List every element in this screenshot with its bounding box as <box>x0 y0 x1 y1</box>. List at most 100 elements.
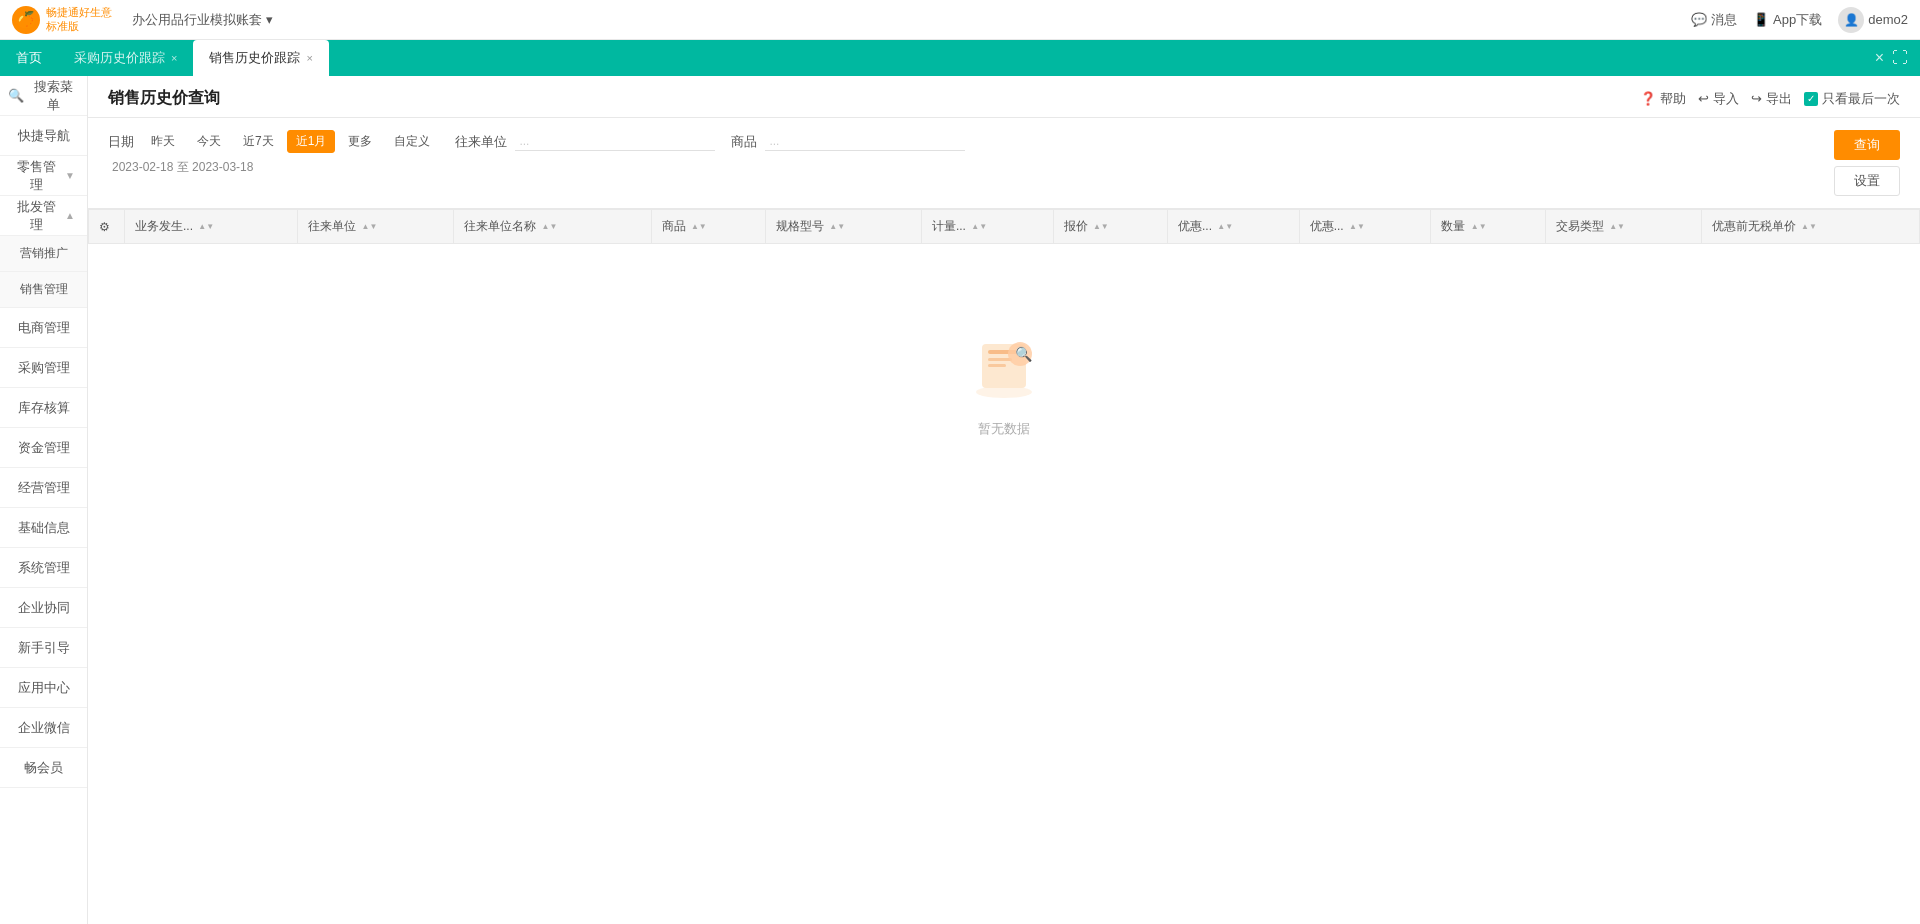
sort-icons: ▲▼ <box>1217 222 1233 231</box>
data-table: ⚙ 业务发生... ▲▼ 往来单位 ▲▼ 往来单位名称 ▲▼ <box>88 209 1920 244</box>
table-col-discount2[interactable]: 优惠... ▲▼ <box>1299 210 1431 244</box>
tabbar-end: × ⛶ <box>1875 49 1920 67</box>
date-btn-1month[interactable]: 近1月 <box>287 130 336 153</box>
chevron-up-icon: ▲ <box>65 210 75 221</box>
product-filter-group: 商品 ... <box>731 132 965 151</box>
logo-icon: 🍊 <box>12 6 40 34</box>
sort-icons: ▲▼ <box>1349 222 1365 231</box>
sidebar-item-quick-nav[interactable]: 快捷导航 <box>0 116 87 156</box>
user-menu[interactable]: 👤 demo2 <box>1838 7 1908 33</box>
svg-rect-4 <box>988 364 1006 367</box>
logo: 🍊 畅捷通好生意 标准版 <box>12 6 112 34</box>
sort-icons: ▲▼ <box>691 222 707 231</box>
table-col-discount1[interactable]: 优惠... ▲▼ <box>1168 210 1300 244</box>
table-col-pre-tax-price[interactable]: 优惠前无税单价 ▲▼ <box>1701 210 1919 244</box>
tab-purchase-history[interactable]: 采购历史价跟踪 × <box>58 40 193 76</box>
help-icon: ❓ <box>1640 91 1656 106</box>
partner-filter-group: 往来单位 ... <box>455 132 715 151</box>
settings-button[interactable]: 设置 <box>1834 166 1900 196</box>
sort-icons: ▲▼ <box>198 222 214 231</box>
date-btn-more[interactable]: 更多 <box>339 130 381 153</box>
sidebar-item-search-menu[interactable]: 🔍 搜索菜单 <box>0 76 87 116</box>
message-icon: 💬 <box>1691 12 1707 27</box>
filter-row-1: 日期 昨天 今天 近7天 近1月 更多 自定义 往来单位 <box>108 130 1822 153</box>
sidebar-item-member[interactable]: 畅会员 <box>0 748 87 788</box>
table-col-settings[interactable]: ⚙ <box>89 210 125 244</box>
sidebar-item-capital-mgmt[interactable]: 资金管理 <box>0 428 87 468</box>
sidebar-item-enterprise-coop[interactable]: 企业协同 <box>0 588 87 628</box>
sort-icons: ▲▼ <box>829 222 845 231</box>
date-btn-custom[interactable]: 自定义 <box>385 130 439 153</box>
table-col-quote[interactable]: 报价 ▲▼ <box>1053 210 1167 244</box>
table-col-partner-code[interactable]: 往来单位 ▲▼ <box>298 210 454 244</box>
page-title: 销售历史价查询 <box>108 88 220 109</box>
empty-state: 🔍 暂无数据 <box>88 244 1920 518</box>
partner-input[interactable]: ... <box>515 132 715 151</box>
sort-icons: ▲▼ <box>1801 222 1817 231</box>
sidebar-item-new-guide[interactable]: 新手引导 <box>0 628 87 668</box>
topbar-center: 办公用品行业模拟账套 ▾ <box>112 11 1691 29</box>
avatar: 👤 <box>1838 7 1864 33</box>
product-input[interactable]: ... <box>765 132 965 151</box>
filter-area: 日期 昨天 今天 近7天 近1月 更多 自定义 往来单位 <box>88 118 1920 209</box>
sort-icons: ▲▼ <box>971 222 987 231</box>
sidebar-item-sys-settings[interactable]: 系统管理 <box>0 548 87 588</box>
sidebar-item-retail-mgmt[interactable]: 零售管理 ▼ <box>0 156 87 196</box>
table-col-biz-date[interactable]: 业务发生... ▲▼ <box>125 210 298 244</box>
app-download-button[interactable]: 📱 App下载 <box>1753 11 1822 29</box>
account-dropdown[interactable]: 办公用品行业模拟账套 ▾ <box>132 11 273 29</box>
settings-icon: ⚙ <box>99 220 110 234</box>
table-col-trade-type[interactable]: 交易类型 ▲▼ <box>1545 210 1701 244</box>
sidebar-item-wholesale-mgmt[interactable]: 批发管理 ▲ <box>0 196 87 236</box>
sidebar-item-sales-mgmt[interactable]: 销售管理 <box>0 272 87 308</box>
sidebar-item-app-center[interactable]: 应用中心 <box>0 668 87 708</box>
table-col-product[interactable]: 商品 ▲▼ <box>651 210 765 244</box>
sidebar-item-enterprise-wechat[interactable]: 企业微信 <box>0 708 87 748</box>
date-btn-7days[interactable]: 近7天 <box>234 130 283 153</box>
page-actions: ❓ 帮助 ↩ 导入 ↪ 导出 ✓ 只看最后一次 <box>1640 90 1900 108</box>
empty-text: 暂无数据 <box>978 420 1030 438</box>
expand-button[interactable]: ⛶ <box>1892 49 1908 67</box>
export-button[interactable]: ↪ 导出 <box>1751 90 1792 108</box>
date-btn-yesterday[interactable]: 昨天 <box>142 130 184 153</box>
table-col-unit[interactable]: 计量... ▲▼ <box>921 210 1053 244</box>
tab-sales-history-close[interactable]: × <box>306 52 312 64</box>
date-buttons: 昨天 今天 近7天 近1月 更多 自定义 <box>142 130 439 153</box>
search-icon: 🔍 <box>8 88 24 103</box>
sidebar-item-basic-info[interactable]: 基础信息 <box>0 508 87 548</box>
sort-icons: ▲▼ <box>362 222 378 231</box>
close-all-tabs-button[interactable]: × <box>1875 49 1884 67</box>
logo-text: 畅捷通好生意 标准版 <box>46 6 112 32</box>
tab-home[interactable]: 首页 <box>0 40 58 76</box>
tab-sales-history[interactable]: 销售历史价跟踪 × <box>193 40 328 76</box>
only-last-checkbox[interactable]: ✓ 只看最后一次 <box>1804 90 1900 108</box>
sort-icons: ▲▼ <box>541 222 557 231</box>
date-range-display: 2023-02-18 至 2023-03-18 <box>112 159 253 176</box>
tabbar: 首页 采购历史价跟踪 × 销售历史价跟踪 × × ⛶ <box>0 40 1920 76</box>
sidebar-item-marketing[interactable]: 营销推广 <box>0 236 87 272</box>
import-button[interactable]: ↩ 导入 <box>1698 90 1739 108</box>
table-col-spec[interactable]: 规格型号 ▲▼ <box>765 210 921 244</box>
table-col-qty[interactable]: 数量 ▲▼ <box>1431 210 1545 244</box>
message-button[interactable]: 💬 消息 <box>1691 11 1737 29</box>
sidebar: 🔍 搜索菜单 快捷导航 零售管理 ▼ 批发管理 ▲ 营销推广 销售管理 电商管理… <box>0 76 88 924</box>
page-header: 销售历史价查询 ❓ 帮助 ↩ 导入 ↪ 导出 ✓ 只看最后一次 <box>88 76 1920 118</box>
filter-rows: 日期 昨天 今天 近7天 近1月 更多 自定义 往来单位 <box>108 130 1822 176</box>
partner-filter-label: 往来单位 <box>455 133 507 151</box>
help-button[interactable]: ❓ 帮助 <box>1640 90 1686 108</box>
sort-icons: ▲▼ <box>1093 222 1109 231</box>
date-btn-today[interactable]: 今天 <box>188 130 230 153</box>
svg-text:🔍: 🔍 <box>1015 346 1033 363</box>
table-col-partner-name[interactable]: 往来单位名称 ▲▼ <box>454 210 651 244</box>
query-button[interactable]: 查询 <box>1834 130 1900 160</box>
filter-buttons: 查询 设置 <box>1834 130 1900 196</box>
sidebar-item-ops-mgmt[interactable]: 经营管理 <box>0 468 87 508</box>
sidebar-item-purchase-mgmt[interactable]: 采购管理 <box>0 348 87 388</box>
topbar: 🍊 畅捷通好生意 标准版 办公用品行业模拟账套 ▾ 💬 消息 📱 App下载 👤… <box>0 0 1920 40</box>
tab-purchase-history-close[interactable]: × <box>171 52 177 64</box>
table-header-row: ⚙ 业务发生... ▲▼ 往来单位 ▲▼ 往来单位名称 ▲▼ <box>89 210 1920 244</box>
download-icon: 📱 <box>1753 12 1769 27</box>
sidebar-item-inventory[interactable]: 库存核算 <box>0 388 87 428</box>
sidebar-item-ecommerce-mgmt[interactable]: 电商管理 <box>0 308 87 348</box>
svg-rect-3 <box>988 358 1012 361</box>
